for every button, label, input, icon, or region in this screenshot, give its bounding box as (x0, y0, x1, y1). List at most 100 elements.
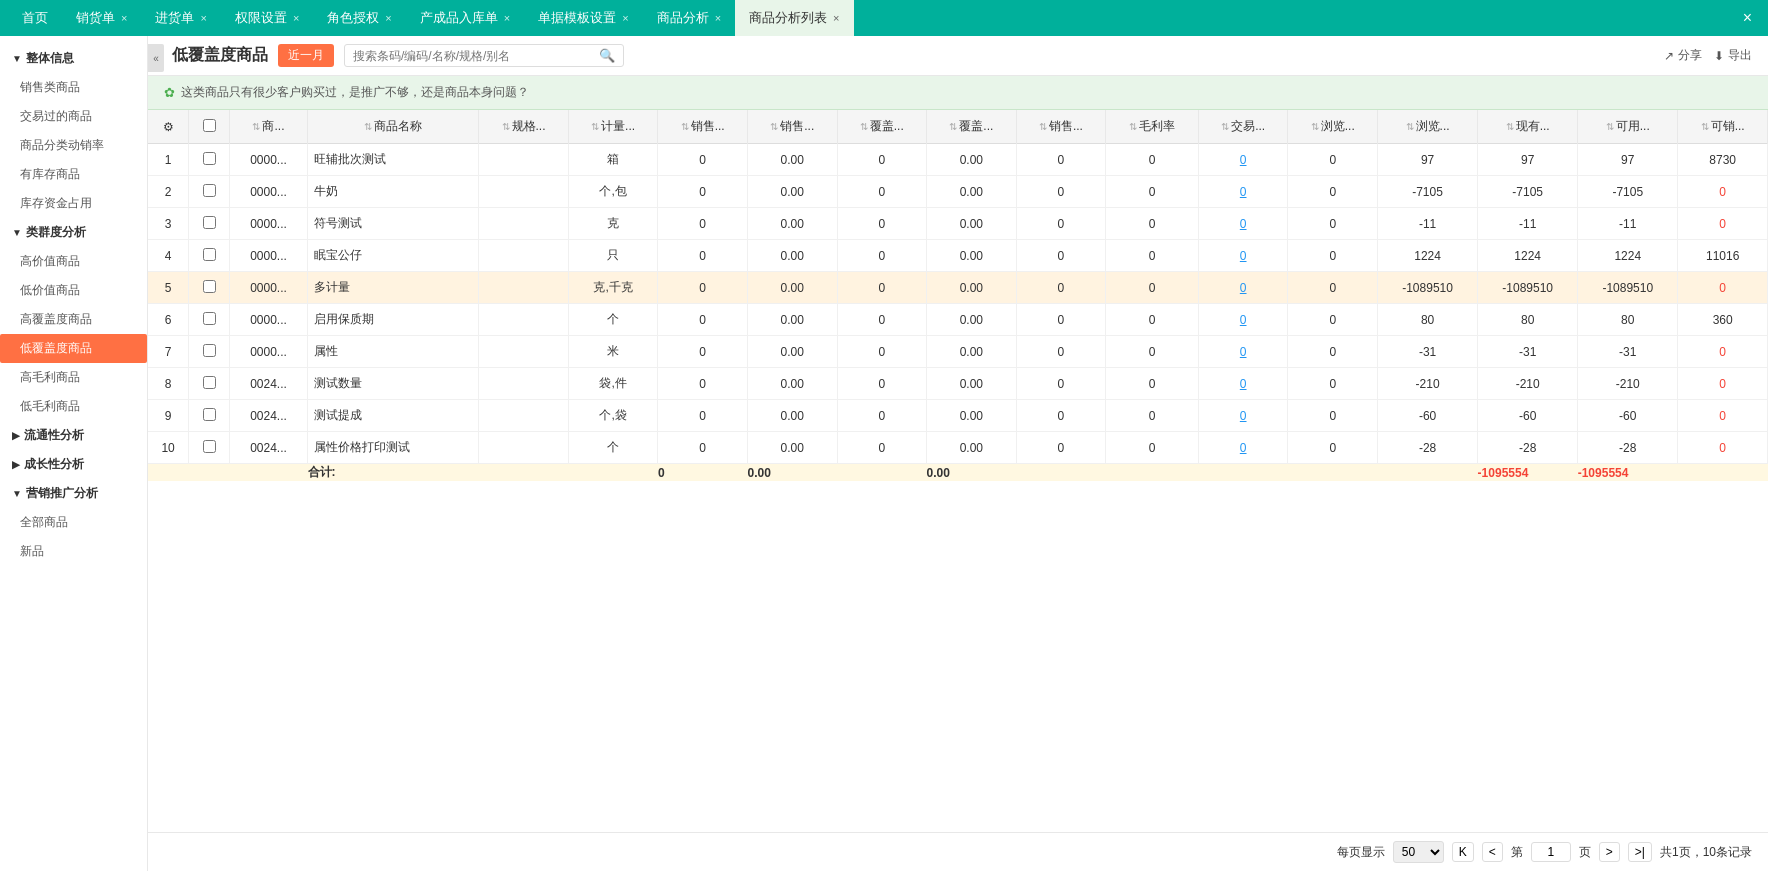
cell-checkbox[interactable] (189, 176, 230, 208)
nav-close-icon[interactable]: × (622, 12, 628, 24)
row-checkbox[interactable] (203, 248, 216, 261)
col-spec[interactable]: ⇅规格... (479, 110, 569, 144)
col-name[interactable]: ⇅商品名称 (308, 110, 479, 144)
sidebar-item-stock-goods[interactable]: 有库存商品 (0, 160, 147, 189)
next-page-button[interactable]: > (1599, 842, 1620, 862)
search-input[interactable] (353, 49, 599, 63)
cell-transaction[interactable]: 0 (1198, 272, 1288, 304)
sidebar-item-low-margin[interactable]: 低毛利商品 (0, 392, 147, 421)
nav-product-inbound[interactable]: 产成品入库单 × (406, 0, 524, 36)
cell-transaction[interactable]: 0 (1198, 208, 1288, 240)
col-margin[interactable]: ⇅毛利率 (1106, 110, 1199, 144)
sidebar-collapse-button[interactable]: « (148, 44, 164, 72)
nav-close-icon[interactable]: × (715, 12, 721, 24)
sidebar-item-category-rate[interactable]: 商品分类动销率 (0, 131, 147, 160)
col-unit[interactable]: ⇅计量... (568, 110, 658, 144)
cell-spec (479, 144, 569, 176)
sidebar-section-marketing[interactable]: ▼ 营销推广分析 (0, 479, 147, 508)
nav-close-icon[interactable]: × (385, 12, 391, 24)
row-checkbox[interactable] (203, 376, 216, 389)
row-checkbox[interactable] (203, 344, 216, 357)
sidebar-item-high-value[interactable]: 高价值商品 (0, 247, 147, 276)
search-icon[interactable]: 🔍 (599, 48, 615, 63)
cell-checkbox[interactable] (189, 368, 230, 400)
sidebar-item-all-goods[interactable]: 全部商品 (0, 508, 147, 537)
nav-permission-settings[interactable]: 权限设置 × (221, 0, 313, 36)
sidebar-item-new-goods[interactable]: 新品 (0, 537, 147, 566)
last-page-button[interactable]: >| (1628, 842, 1652, 862)
page-number-input[interactable] (1531, 842, 1571, 862)
cell-transaction[interactable]: 0 (1198, 144, 1288, 176)
col-sales2[interactable]: ⇅销售... (747, 110, 837, 144)
col-sales3[interactable]: ⇅销售... (1016, 110, 1106, 144)
col-available[interactable]: ⇅可用... (1578, 110, 1678, 144)
cell-checkbox[interactable] (189, 432, 230, 464)
nav-close-icon[interactable]: × (293, 12, 299, 24)
col-current[interactable]: ⇅现有... (1478, 110, 1578, 144)
col-code[interactable]: ⇅商... (229, 110, 307, 144)
cell-no: 9 (148, 400, 189, 432)
sidebar-item-low-value[interactable]: 低价值商品 (0, 276, 147, 305)
col-browse2[interactable]: ⇅浏览... (1378, 110, 1478, 144)
sidebar-section-growth[interactable]: ▶ 成长性分析 (0, 450, 147, 479)
cell-checkbox[interactable] (189, 304, 230, 336)
nav-product-analysis[interactable]: 商品分析 × (643, 0, 735, 36)
cell-transaction[interactable]: 0 (1198, 432, 1288, 464)
col-browse1[interactable]: ⇅浏览... (1288, 110, 1378, 144)
sidebar-section-overall[interactable]: ▼ 整体信息 (0, 44, 147, 73)
col-sales1[interactable]: ⇅销售... (658, 110, 748, 144)
share-button[interactable]: ↗ 分享 (1664, 47, 1702, 64)
row-checkbox[interactable] (203, 280, 216, 293)
col-cover2[interactable]: ⇅覆盖... (927, 110, 1017, 144)
row-checkbox[interactable] (203, 216, 216, 229)
export-button[interactable]: ⬇ 导出 (1714, 47, 1752, 64)
sidebar-section-liquidity[interactable]: ▶ 流通性分析 (0, 421, 147, 450)
cell-transaction[interactable]: 0 (1198, 176, 1288, 208)
sidebar-item-high-margin[interactable]: 高毛利商品 (0, 363, 147, 392)
nav-close-icon[interactable]: × (121, 12, 127, 24)
nav-template-settings[interactable]: 单据模板设置 × (524, 0, 642, 36)
cell-checkbox[interactable] (189, 208, 230, 240)
nav-close-icon[interactable]: × (504, 12, 510, 24)
cell-transaction[interactable]: 0 (1198, 400, 1288, 432)
cell-checkbox[interactable] (189, 144, 230, 176)
nav-home[interactable]: 首页 (8, 0, 62, 36)
cell-checkbox[interactable] (189, 400, 230, 432)
nav-role-auth[interactable]: 角色授权 × (313, 0, 405, 36)
col-cover1[interactable]: ⇅覆盖... (837, 110, 927, 144)
cell-transaction[interactable]: 0 (1198, 304, 1288, 336)
nav-close-icon[interactable]: × (833, 12, 839, 24)
cell-checkbox[interactable] (189, 272, 230, 304)
col-transaction[interactable]: ⇅交易... (1198, 110, 1288, 144)
col-saleable[interactable]: ⇅可销... (1678, 110, 1768, 144)
nav-purchase-order[interactable]: 进货单 × (141, 0, 220, 36)
col-checkbox[interactable] (189, 110, 230, 144)
sidebar-item-high-coverage[interactable]: 高覆盖度商品 (0, 305, 147, 334)
sidebar-item-sales-goods[interactable]: 销售类商品 (0, 73, 147, 102)
prev-page-button[interactable]: < (1482, 842, 1503, 862)
cell-checkbox[interactable] (189, 336, 230, 368)
nav-close-icon[interactable]: × (200, 12, 206, 24)
sidebar-item-traded-goods[interactable]: 交易过的商品 (0, 102, 147, 131)
cell-transaction[interactable]: 0 (1198, 240, 1288, 272)
row-checkbox[interactable] (203, 440, 216, 453)
per-page-select[interactable]: 50 20 100 (1393, 841, 1444, 863)
row-checkbox[interactable] (203, 184, 216, 197)
row-checkbox[interactable] (203, 152, 216, 165)
row-checkbox[interactable] (203, 408, 216, 421)
sidebar-section-cluster[interactable]: ▼ 类群度分析 (0, 218, 147, 247)
cell-checkbox[interactable] (189, 240, 230, 272)
cell-transaction[interactable]: 0 (1198, 336, 1288, 368)
sidebar-item-low-coverage[interactable]: 低覆盖度商品 (0, 334, 147, 363)
window-close-icon[interactable]: × (1735, 9, 1760, 27)
nav-sales-order[interactable]: 销货单 × (62, 0, 141, 36)
cell-cover2: 0.00 (927, 272, 1017, 304)
cell-transaction[interactable]: 0 (1198, 368, 1288, 400)
select-all-checkbox[interactable] (203, 119, 216, 132)
row-checkbox[interactable] (203, 312, 216, 325)
filter-period-button[interactable]: 近一月 (278, 44, 334, 67)
sidebar-item-stock-capital[interactable]: 库存资金占用 (0, 189, 147, 218)
col-settings[interactable]: ⚙ (148, 110, 189, 144)
nav-product-analysis-list[interactable]: 商品分析列表 × (735, 0, 853, 36)
first-page-button[interactable]: K (1452, 842, 1474, 862)
